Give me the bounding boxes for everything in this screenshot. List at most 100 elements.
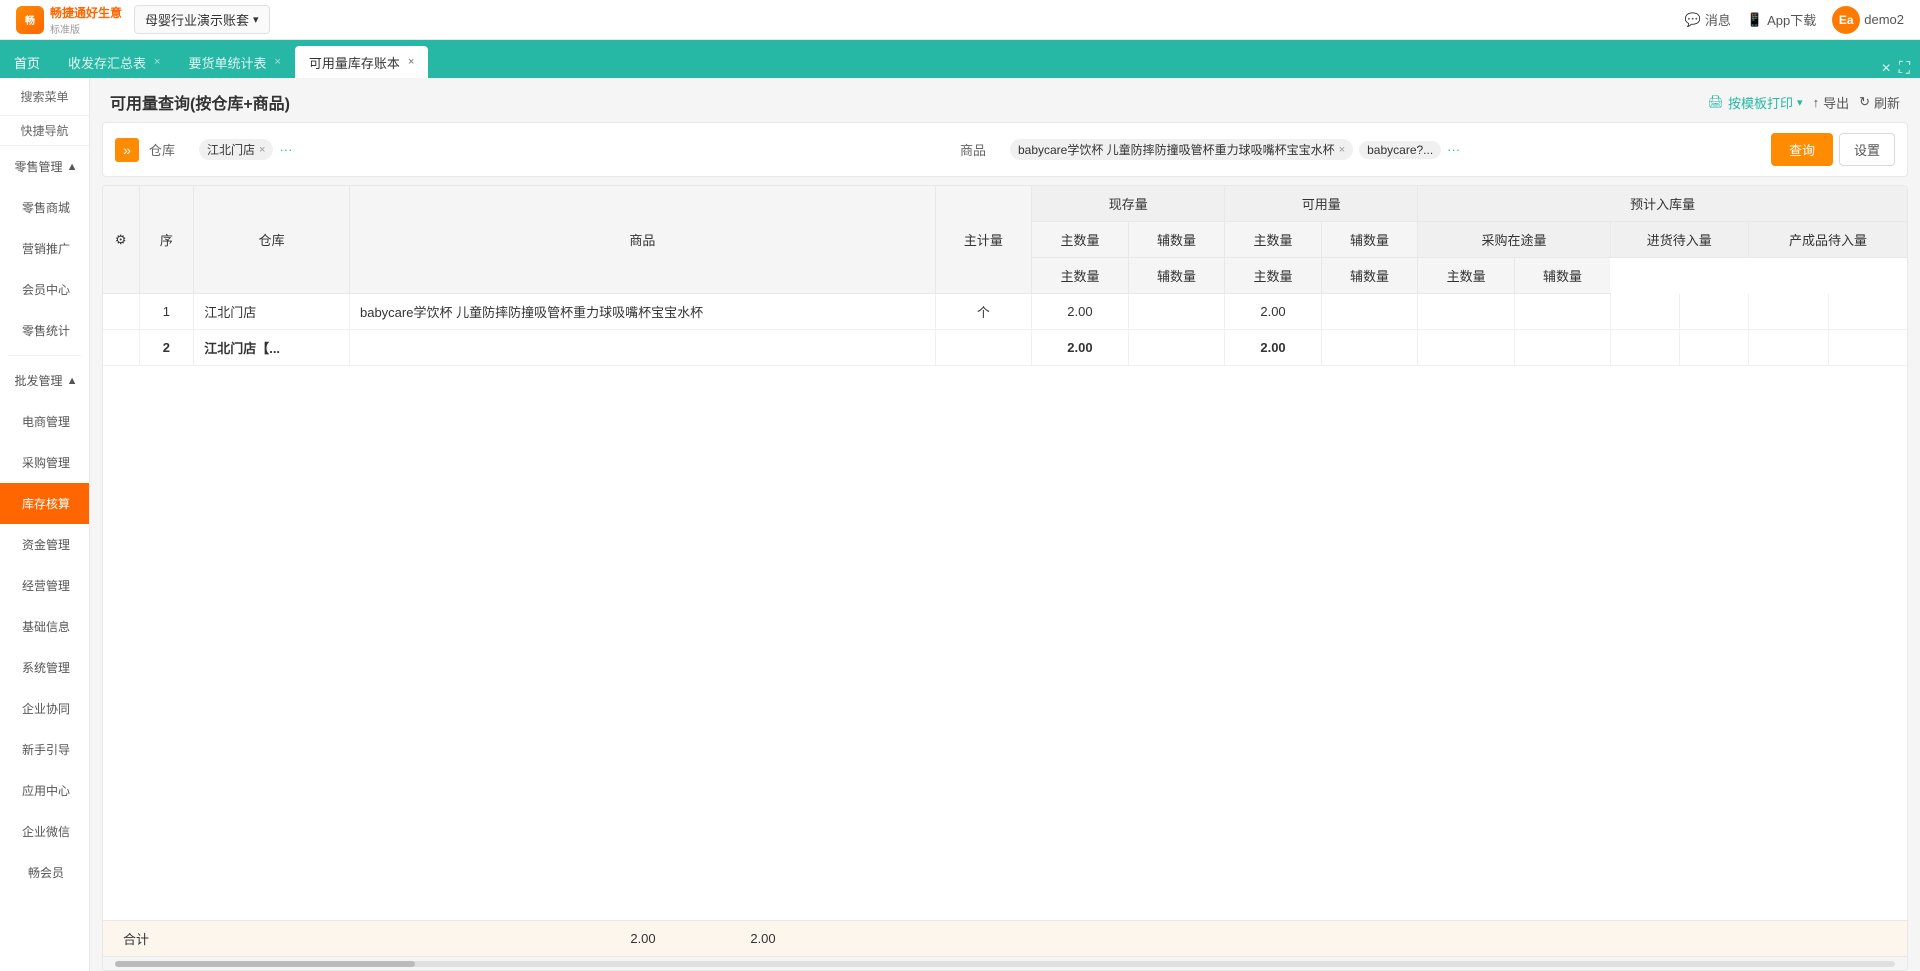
td-warehouse: 江北门店 bbox=[194, 294, 350, 330]
tab-summary-label: 收发存汇总表 bbox=[68, 53, 146, 72]
table-row: 2 江北门店【... 2.00 2.00 bbox=[103, 330, 1907, 366]
sidebar-item-corp-wechat[interactable]: 企业微信 bbox=[0, 811, 89, 852]
td-pur-transit-aux bbox=[1514, 330, 1610, 366]
sidebar-item-retail-mgmt[interactable]: 零售管理 ▲ bbox=[0, 146, 89, 187]
sidebar-quick-nav[interactable]: 快捷导航 bbox=[0, 116, 89, 146]
product-filter-more-btn[interactable]: ··· bbox=[1447, 142, 1460, 157]
sidebar-item-enterprise[interactable]: 企业协同 bbox=[0, 688, 89, 729]
sidebar-item-vip[interactable]: 畅会员 bbox=[0, 852, 89, 893]
sidebar-item-label: 零售统计 bbox=[22, 324, 70, 338]
footer-current-main: 2.00 bbox=[613, 931, 673, 946]
industry-select[interactable]: 母婴行业演示账套 ▾ bbox=[134, 5, 270, 34]
scroll-thumb[interactable] bbox=[115, 961, 415, 967]
td-current-main: 2.00 bbox=[1032, 294, 1129, 330]
warehouse-tag[interactable]: 江北门店 × bbox=[199, 139, 273, 160]
th-available: 可用量 bbox=[1225, 186, 1418, 222]
sidebar-item-retail-stats[interactable]: 零售统计 bbox=[0, 310, 89, 351]
th-current-main: 主数量 bbox=[1032, 222, 1129, 258]
sidebar-item-wholesale[interactable]: 批发管理 ▲ bbox=[0, 360, 89, 401]
th-current-aux: 辅数量 bbox=[1128, 222, 1225, 258]
sidebar-item-ops[interactable]: 经营管理 bbox=[0, 565, 89, 606]
chevron-icon: ▲ bbox=[67, 161, 78, 173]
settings-button[interactable]: 设置 bbox=[1839, 133, 1895, 166]
sidebar-item-new-guide[interactable]: 新手引导 bbox=[0, 729, 89, 770]
td-product: babycare学饮杯 儿童防摔防撞吸管杯重力球吸嘴杯宝宝水杯 bbox=[349, 294, 935, 330]
sidebar-item-label: 采购管理 bbox=[22, 456, 70, 470]
td-pur-transit-aux bbox=[1514, 294, 1610, 330]
user-profile[interactable]: Ea demo2 bbox=[1832, 6, 1904, 34]
sidebar-item-label: 批发管理 bbox=[15, 372, 63, 389]
sidebar-item-base-info[interactable]: 基础信息 bbox=[0, 606, 89, 647]
app-download-btn[interactable]: 📱 App下载 bbox=[1747, 10, 1816, 29]
sidebar-item-finance[interactable]: 资金管理 bbox=[0, 524, 89, 565]
sidebar-item-retail-mall[interactable]: 零售商城 bbox=[0, 187, 89, 228]
tab-available-stock-close[interactable]: × bbox=[408, 56, 414, 68]
sidebar-item-app-center[interactable]: 应用中心 bbox=[0, 770, 89, 811]
table-wrapper[interactable]: ⚙ 序 仓库 商品 主计量 现存量 可用量 预计入库量 主数量 辅数量 bbox=[103, 186, 1907, 920]
divider-1 bbox=[8, 355, 81, 356]
sidebar-item-label: 基础信息 bbox=[22, 620, 70, 634]
tab-home-label: 首页 bbox=[14, 53, 40, 72]
td-in-pending-aux bbox=[1679, 330, 1748, 366]
tab-order-stat[interactable]: 要货单统计表 × bbox=[174, 46, 294, 78]
tab-summary[interactable]: 收发存汇总表 × bbox=[54, 46, 174, 78]
product-tag-2[interactable]: babycare?... bbox=[1359, 141, 1441, 159]
filter-more-btn[interactable]: ··· bbox=[279, 142, 292, 157]
table-area: ⚙ 序 仓库 商品 主计量 现存量 可用量 预计入库量 主数量 辅数量 bbox=[102, 185, 1908, 971]
product-tag-1-close[interactable]: × bbox=[1339, 144, 1345, 156]
sidebar-item-member[interactable]: 会员中心 bbox=[0, 269, 89, 310]
warehouse-tag-close[interactable]: × bbox=[259, 144, 265, 156]
export-icon: ↑ bbox=[1813, 95, 1820, 110]
expand-btn[interactable]: ⛶ bbox=[1899, 60, 1910, 78]
sidebar-item-ecommerce[interactable]: 电商管理 bbox=[0, 401, 89, 442]
sidebar-item-sys-mgmt[interactable]: 系统管理 bbox=[0, 647, 89, 688]
message-btn[interactable]: 💬 消息 bbox=[1685, 10, 1731, 29]
tab-order-stat-close[interactable]: × bbox=[274, 56, 280, 68]
filter-bar: » 仓库 江北门店 × ··· 商品 babycare学饮杯 儿童防摔防撞吸管杯… bbox=[102, 122, 1908, 177]
tab-summary-close[interactable]: × bbox=[154, 56, 160, 68]
tab-order-stat-label: 要货单统计表 bbox=[188, 53, 266, 72]
td-in-pending-main bbox=[1610, 294, 1679, 330]
td-finished-aux bbox=[1829, 330, 1907, 366]
td-gear bbox=[103, 294, 139, 330]
sidebar-item-label: 电商管理 bbox=[22, 415, 70, 429]
sidebar-item-inventory[interactable]: 库存核算 bbox=[0, 483, 89, 524]
sidebar-item-purchase[interactable]: 采购管理 bbox=[0, 442, 89, 483]
chevron-down-icon: ▾ bbox=[253, 13, 259, 26]
refresh-icon: ↻ bbox=[1859, 94, 1870, 110]
th-gear[interactable]: ⚙ bbox=[103, 186, 139, 294]
sidebar-item-label: 应用中心 bbox=[22, 784, 70, 798]
print-btn[interactable]: 🖨 按模板打印 ▾ bbox=[1708, 93, 1803, 112]
sidebar-search[interactable]: 搜索菜单 bbox=[0, 78, 89, 116]
td-pur-transit-main bbox=[1418, 330, 1515, 366]
main-content: 可用量查询(按仓库+商品) 🖨 按模板打印 ▾ ↑ 导出 ↻ 刷新 » bbox=[90, 78, 1920, 971]
refresh-btn[interactable]: ↻ 刷新 bbox=[1859, 93, 1900, 112]
close-all-btn[interactable]: × bbox=[1881, 60, 1890, 78]
top-bar-right: 💬 消息 📱 App下载 Ea demo2 bbox=[1685, 6, 1904, 34]
scroll-track[interactable] bbox=[115, 961, 1895, 967]
refresh-label: 刷新 bbox=[1874, 93, 1900, 112]
product-tag-1[interactable]: babycare学饮杯 儿童防摔防撞吸管杯重力球吸嘴杯宝宝水杯 × bbox=[1010, 139, 1353, 160]
td-product bbox=[349, 330, 935, 366]
td-available-main: 2.00 bbox=[1225, 330, 1322, 366]
brand-logo: 畅 bbox=[16, 6, 44, 34]
sidebar-item-label: 系统管理 bbox=[22, 661, 70, 675]
export-btn[interactable]: ↑ 导出 bbox=[1813, 93, 1850, 112]
th-available-aux: 辅数量 bbox=[1321, 222, 1418, 258]
tab-available-stock[interactable]: 可用量库存账本 × bbox=[295, 46, 428, 78]
sidebar-item-label: 营销推广 bbox=[22, 242, 70, 256]
scroll-bar-area bbox=[103, 956, 1907, 970]
app-download-label: App下载 bbox=[1767, 10, 1816, 29]
query-button[interactable]: 查询 bbox=[1771, 133, 1833, 166]
industry-label: 母婴行业演示账套 bbox=[145, 10, 249, 29]
warehouse-tag-group: 江北门店 × ··· bbox=[199, 139, 950, 160]
sidebar-item-label: 库存核算 bbox=[22, 497, 70, 511]
sidebar-item-marketing[interactable]: 营销推广 bbox=[0, 228, 89, 269]
sidebar-item-label: 新手引导 bbox=[22, 743, 70, 757]
filter-toggle-btn[interactable]: » bbox=[115, 138, 139, 162]
tab-home[interactable]: 首页 bbox=[0, 46, 54, 78]
th-pur-transit: 采购在途量 bbox=[1418, 222, 1610, 258]
sidebar-item-label: 企业微信 bbox=[22, 825, 70, 839]
table-footer: 合计 2.00 2.00 bbox=[103, 920, 1907, 956]
warehouse-tag-text: 江北门店 bbox=[207, 141, 255, 158]
